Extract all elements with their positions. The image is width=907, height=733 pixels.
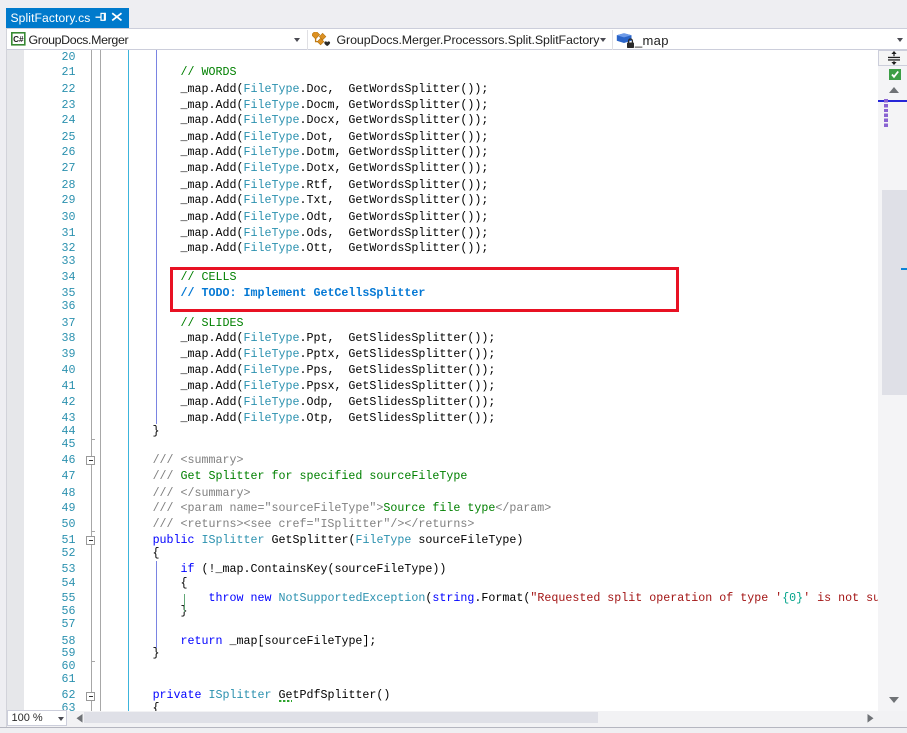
svg-text:C#: C# xyxy=(13,35,24,44)
